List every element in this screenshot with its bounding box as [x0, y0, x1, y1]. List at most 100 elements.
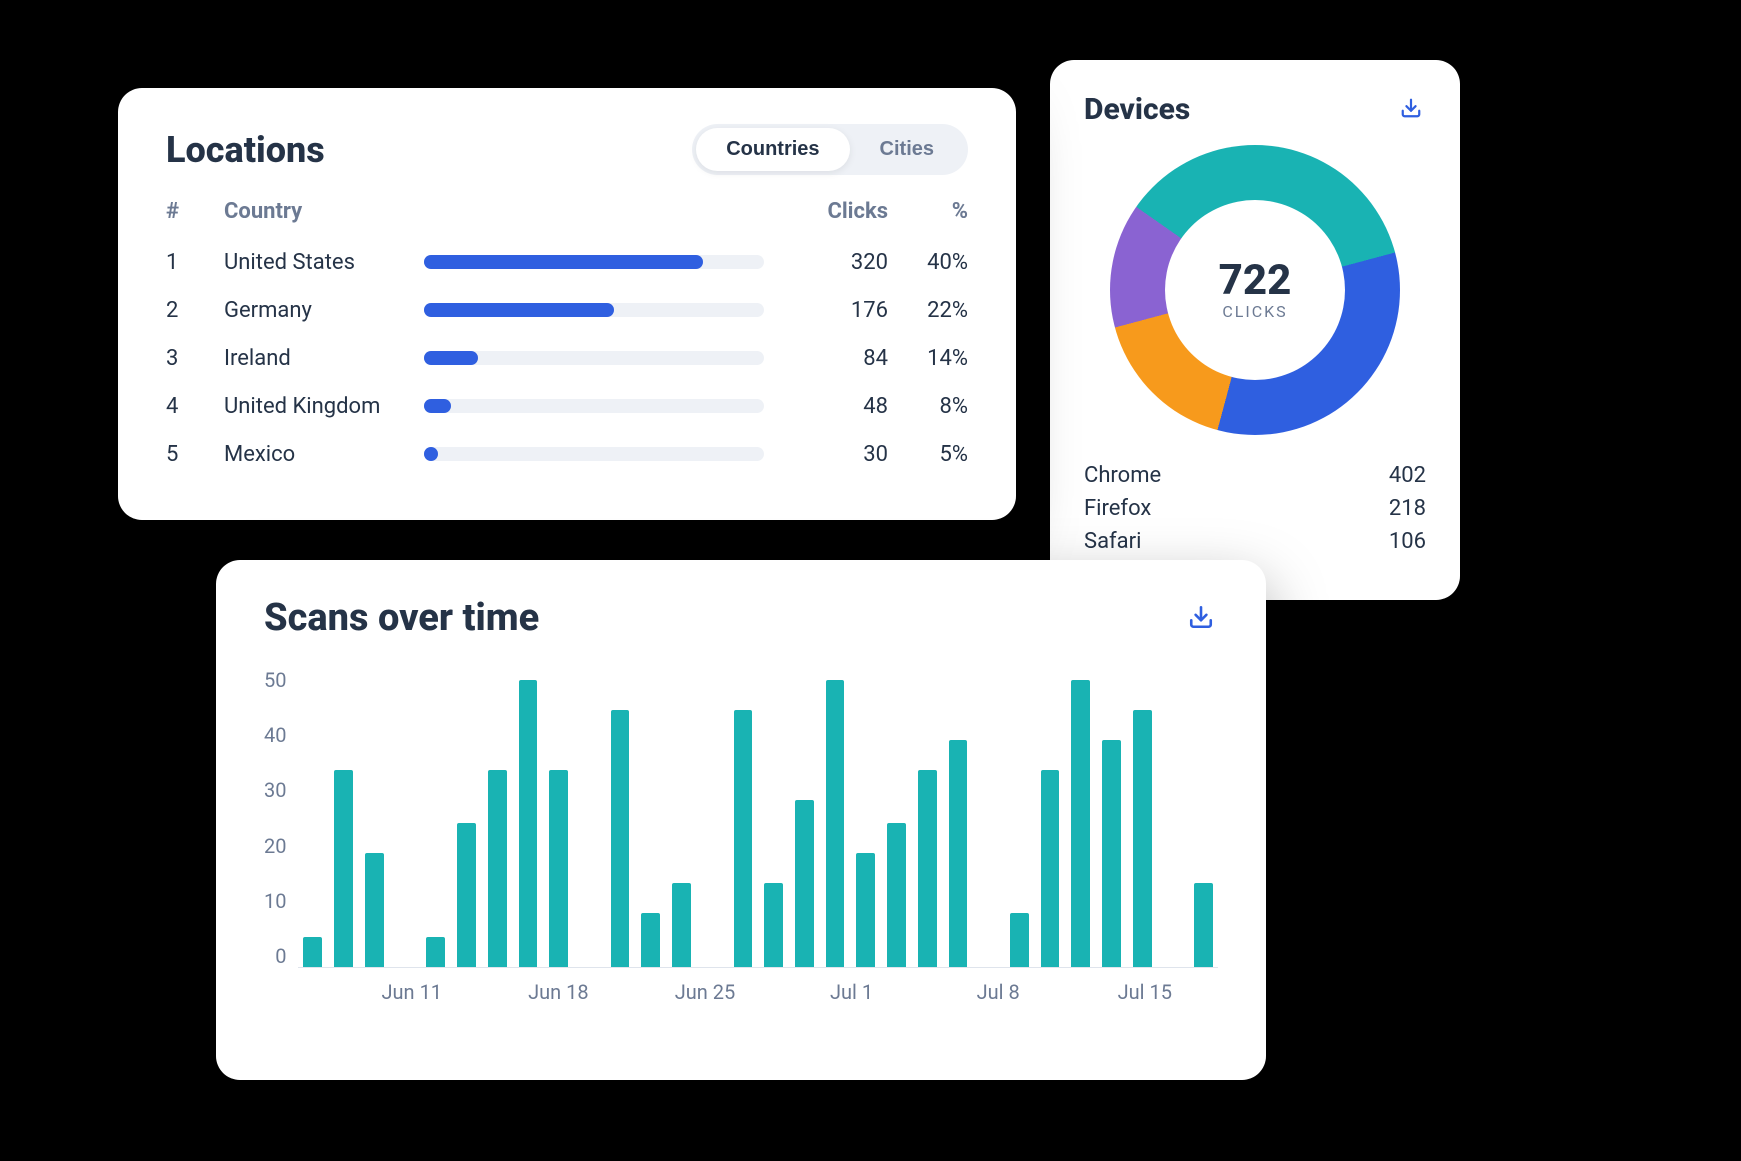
country-cell: Mexico [224, 442, 424, 467]
bar-track [424, 255, 764, 269]
x-tick: Jul 15 [1071, 980, 1218, 1004]
table-row: 2Germany 17622% [166, 286, 968, 334]
clicks-cell: 48 [798, 394, 888, 419]
locations-table-header: # Country Clicks % [166, 199, 968, 224]
devices-donut-wrap: 722 CLICKS [1084, 145, 1426, 435]
browser-count: 218 [1389, 496, 1426, 521]
chart-bar [764, 883, 783, 967]
devices-header: Devices [1084, 92, 1426, 127]
x-tick: Jun 25 [632, 980, 779, 1004]
chart-bar [303, 937, 322, 967]
chart-bar [457, 823, 476, 967]
download-icon [1188, 618, 1214, 633]
col-country: Country [224, 199, 424, 224]
chart-bar [641, 913, 660, 967]
y-tick: 10 [264, 889, 286, 913]
chart-bar [1071, 680, 1090, 967]
chart-bar [856, 853, 875, 967]
table-row: 4United Kingdom488% [166, 382, 968, 430]
chart-bar [1041, 770, 1060, 967]
bar-track [424, 351, 764, 365]
scans-y-axis: 50403020100 [264, 668, 298, 968]
clicks-cell: 176 [798, 298, 888, 323]
scans-download-button[interactable] [1184, 600, 1218, 637]
browser-name: Chrome [1084, 463, 1161, 488]
browser-count: 402 [1389, 463, 1426, 488]
chart-bar [365, 853, 384, 967]
chart-bar [795, 800, 814, 967]
locations-card: Locations Countries Cities # Country Cli… [118, 88, 1016, 520]
y-tick: 30 [264, 778, 286, 802]
tab-countries[interactable]: Countries [696, 128, 849, 171]
chart-bar [549, 770, 568, 967]
chart-bar [672, 883, 691, 967]
locations-segmented-control: Countries Cities [692, 124, 968, 175]
bar-fill [424, 303, 614, 317]
bar-track [424, 303, 764, 317]
table-row: 5Mexico 305% [166, 430, 968, 478]
chart-bar [734, 710, 753, 967]
locations-title: Locations [166, 129, 325, 171]
chart-bar [918, 770, 937, 967]
chart-bar [887, 823, 906, 967]
scans-title: Scans over time [264, 596, 539, 640]
devices-donut-center: 722 CLICKS [1165, 200, 1345, 380]
chart-bar [611, 710, 630, 967]
chart-bar [426, 937, 445, 967]
chart-bar [1133, 710, 1152, 967]
rank-cell: 4 [166, 394, 224, 419]
bar-fill [424, 255, 703, 269]
chart-bar [1010, 913, 1029, 967]
devices-donut-chart: 722 CLICKS [1110, 145, 1400, 435]
bar-fill [424, 351, 478, 365]
scans-plot: Jun 11Jun 18Jun 25Jul 1Jul 8Jul 15 [298, 668, 1218, 1028]
chart-bar [949, 740, 968, 967]
table-row: 1United States 32040% [166, 238, 968, 286]
y-tick: 50 [264, 668, 286, 692]
y-tick: 20 [264, 834, 286, 858]
percent-cell: 8% [888, 394, 968, 419]
scans-chart-area: 50403020100 Jun 11Jun 18Jun 25Jul 1Jul 8… [264, 668, 1218, 1028]
chart-bar [826, 680, 845, 967]
browser-name: Firefox [1084, 496, 1151, 521]
devices-card: Devices 722 CLICKS Chrome 402 Firefox 218 Sa… [1050, 60, 1460, 600]
rank-cell: 2 [166, 298, 224, 323]
bar-fill [424, 399, 451, 413]
chart-bar [1194, 883, 1213, 967]
country-cell: United States [224, 250, 424, 275]
y-tick: 0 [275, 944, 286, 968]
country-cell: Ireland [224, 346, 424, 371]
col-clicks: Clicks [798, 199, 888, 224]
bar-fill [424, 447, 438, 461]
download-icon [1400, 107, 1422, 122]
percent-cell: 22% [888, 298, 968, 323]
chart-bar [334, 770, 353, 967]
rank-cell: 1 [166, 250, 224, 275]
rank-cell: 5 [166, 442, 224, 467]
chart-bar [1102, 740, 1121, 967]
x-tick: Jun 11 [338, 980, 485, 1004]
col-rank: # [166, 199, 224, 224]
rank-cell: 3 [166, 346, 224, 371]
scans-card: Scans over time 50403020100 Jun 11Jun 18… [216, 560, 1266, 1080]
browser-name: Safari [1084, 529, 1141, 554]
percent-cell: 5% [888, 442, 968, 467]
percent-cell: 40% [888, 250, 968, 275]
clicks-cell: 30 [798, 442, 888, 467]
devices-title: Devices [1084, 92, 1190, 127]
chart-bar [488, 770, 507, 967]
scans-header: Scans over time [264, 596, 1218, 640]
bar-track [424, 447, 764, 461]
x-tick: Jun 18 [485, 980, 632, 1004]
country-cell: Germany [224, 298, 424, 323]
device-row: Chrome 402 [1084, 459, 1426, 492]
scans-bars [298, 668, 1218, 968]
tab-cities[interactable]: Cities [850, 128, 964, 171]
clicks-cell: 320 [798, 250, 888, 275]
x-tick: Jul 8 [925, 980, 1072, 1004]
clicks-cell: 84 [798, 346, 888, 371]
devices-download-button[interactable] [1396, 93, 1426, 126]
chart-bar [519, 680, 538, 967]
device-row: Firefox 218 [1084, 492, 1426, 525]
x-tick: Jul 1 [778, 980, 925, 1004]
